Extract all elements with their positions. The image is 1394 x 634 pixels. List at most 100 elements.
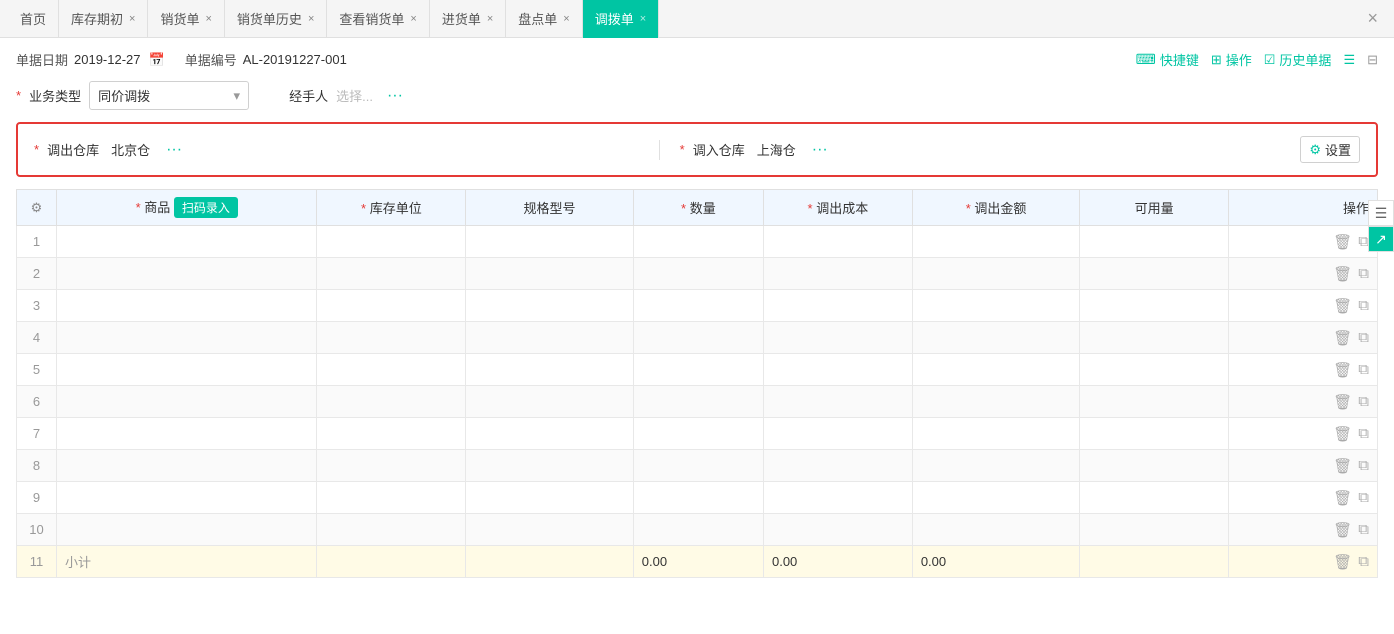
row-cost-6[interactable] (763, 386, 912, 418)
tab-init-inventory[interactable]: 库存期初 × (59, 0, 148, 38)
calendar-icon[interactable]: 📅 (149, 52, 165, 68)
row-amount-10[interactable] (912, 514, 1079, 546)
row-delete-icon-4[interactable]: 🗑 (1333, 329, 1352, 347)
row-delete-icon-8[interactable]: 🗑 (1333, 457, 1352, 475)
tab-purchase-order-close[interactable]: × (487, 13, 493, 25)
row-unit-9[interactable] (317, 482, 466, 514)
history-button[interactable]: ☑ 历史单据 (1264, 50, 1332, 69)
row-delete-icon-2[interactable]: 🗑 (1333, 265, 1352, 283)
row-copy-icon-2[interactable]: ⧉ (1358, 265, 1369, 282)
row-product-6[interactable] (57, 386, 317, 418)
row-product-9[interactable] (57, 482, 317, 514)
row-unit-4[interactable] (317, 322, 466, 354)
row-qty-8[interactable] (633, 450, 763, 482)
tab-transfer[interactable]: 调拨单 × (583, 0, 659, 38)
row-qty-1[interactable] (633, 226, 763, 258)
operation-button[interactable]: ⊞ 操作 (1211, 50, 1252, 69)
row-cost-3[interactable] (763, 290, 912, 322)
row-copy-icon-4[interactable]: ⧉ (1358, 329, 1369, 346)
row-unit-1[interactable] (317, 226, 466, 258)
row-unit-3[interactable] (317, 290, 466, 322)
row-spec-7[interactable] (466, 418, 633, 450)
tab-view-sales[interactable]: 查看销货单 × (327, 0, 429, 38)
row-amount-4[interactable] (912, 322, 1079, 354)
row-product-8[interactable] (57, 450, 317, 482)
row-delete-icon-9[interactable]: 🗑 (1333, 489, 1352, 507)
row-copy-icon-10[interactable]: ⧉ (1358, 521, 1369, 538)
row-cost-9[interactable] (763, 482, 912, 514)
row-cost-1[interactable] (763, 226, 912, 258)
row-copy-icon-3[interactable]: ⧉ (1358, 297, 1369, 314)
row-product-5[interactable] (57, 354, 317, 386)
row-delete-icon-3[interactable]: 🗑 (1333, 297, 1352, 315)
row-unit-10[interactable] (317, 514, 466, 546)
person-select[interactable]: 选择... (336, 86, 373, 105)
scan-entry-button[interactable]: 扫码录入 (174, 197, 238, 218)
row-cost-10[interactable] (763, 514, 912, 546)
row-copy-icon-7[interactable]: ⧉ (1358, 425, 1369, 442)
tab-stocktake[interactable]: 盘点单 × (506, 0, 582, 38)
row-product-10[interactable] (57, 514, 317, 546)
row-amount-9[interactable] (912, 482, 1079, 514)
row-product-1[interactable] (57, 226, 317, 258)
view-toggle-grid[interactable]: ⊟ (1367, 52, 1378, 68)
shortcut-button[interactable]: ⌨ 快捷键 (1136, 50, 1199, 69)
row-delete-icon-1[interactable]: 🗑 (1333, 233, 1352, 251)
tab-init-inventory-close[interactable]: × (129, 13, 135, 25)
row-copy-icon-8[interactable]: ⧉ (1358, 457, 1369, 474)
row-amount-5[interactable] (912, 354, 1079, 386)
row-spec-3[interactable] (466, 290, 633, 322)
row-spec-2[interactable] (466, 258, 633, 290)
row-cost-4[interactable] (763, 322, 912, 354)
row-qty-3[interactable] (633, 290, 763, 322)
row-spec-9[interactable] (466, 482, 633, 514)
row-delete-icon-10[interactable]: 🗑 (1333, 521, 1352, 539)
row-unit-2[interactable] (317, 258, 466, 290)
sidebar-list-icon[interactable]: ☰ (1368, 200, 1394, 226)
row-amount-7[interactable] (912, 418, 1079, 450)
row-spec-8[interactable] (466, 450, 633, 482)
row-product-2[interactable] (57, 258, 317, 290)
row-delete-icon-5[interactable]: 🗑 (1333, 361, 1352, 379)
row-spec-1[interactable] (466, 226, 633, 258)
row-delete-icon-6[interactable]: 🗑 (1333, 393, 1352, 411)
row-cost-2[interactable] (763, 258, 912, 290)
row-qty-5[interactable] (633, 354, 763, 386)
transfer-in-more-btn[interactable]: ··· (812, 141, 828, 159)
person-more-btn[interactable]: ··· (387, 87, 403, 105)
tab-purchase-order[interactable]: 进货单 × (430, 0, 506, 38)
row-copy-icon-6[interactable]: ⧉ (1358, 393, 1369, 410)
row-spec-10[interactable] (466, 514, 633, 546)
tab-transfer-close[interactable]: × (640, 13, 646, 25)
window-close-button[interactable]: × (1359, 8, 1386, 29)
row-product-4[interactable] (57, 322, 317, 354)
tab-stocktake-close[interactable]: × (563, 13, 569, 25)
tab-sales-order-close[interactable]: × (205, 13, 211, 25)
sidebar-export-icon[interactable]: ↗ (1368, 226, 1394, 252)
row-unit-6[interactable] (317, 386, 466, 418)
row-cost-5[interactable] (763, 354, 912, 386)
tab-sales-history-close[interactable]: × (308, 13, 314, 25)
tab-home[interactable]: 首页 (8, 0, 59, 38)
copy-icon[interactable]: ⧉ (1358, 553, 1369, 570)
row-delete-icon-7[interactable]: 🗑 (1333, 425, 1352, 443)
row-qty-7[interactable] (633, 418, 763, 450)
settings-button[interactable]: ⚙ 设置 (1300, 136, 1360, 163)
transfer-out-more-btn[interactable]: ··· (166, 141, 182, 159)
row-spec-5[interactable] (466, 354, 633, 386)
row-amount-6[interactable] (912, 386, 1079, 418)
row-unit-7[interactable] (317, 418, 466, 450)
row-copy-icon-9[interactable]: ⧉ (1358, 489, 1369, 506)
tab-sales-order[interactable]: 销货单 × (148, 0, 224, 38)
row-amount-3[interactable] (912, 290, 1079, 322)
row-unit-5[interactable] (317, 354, 466, 386)
row-product-3[interactable] (57, 290, 317, 322)
tab-view-sales-close[interactable]: × (410, 13, 416, 25)
row-amount-8[interactable] (912, 450, 1079, 482)
row-amount-2[interactable] (912, 258, 1079, 290)
row-copy-icon-5[interactable]: ⧉ (1358, 361, 1369, 378)
row-cost-7[interactable] (763, 418, 912, 450)
delete-icon[interactable]: 🗑 (1333, 553, 1352, 571)
row-qty-6[interactable] (633, 386, 763, 418)
biz-type-select[interactable]: 同价调拨 ▾ (89, 81, 249, 110)
